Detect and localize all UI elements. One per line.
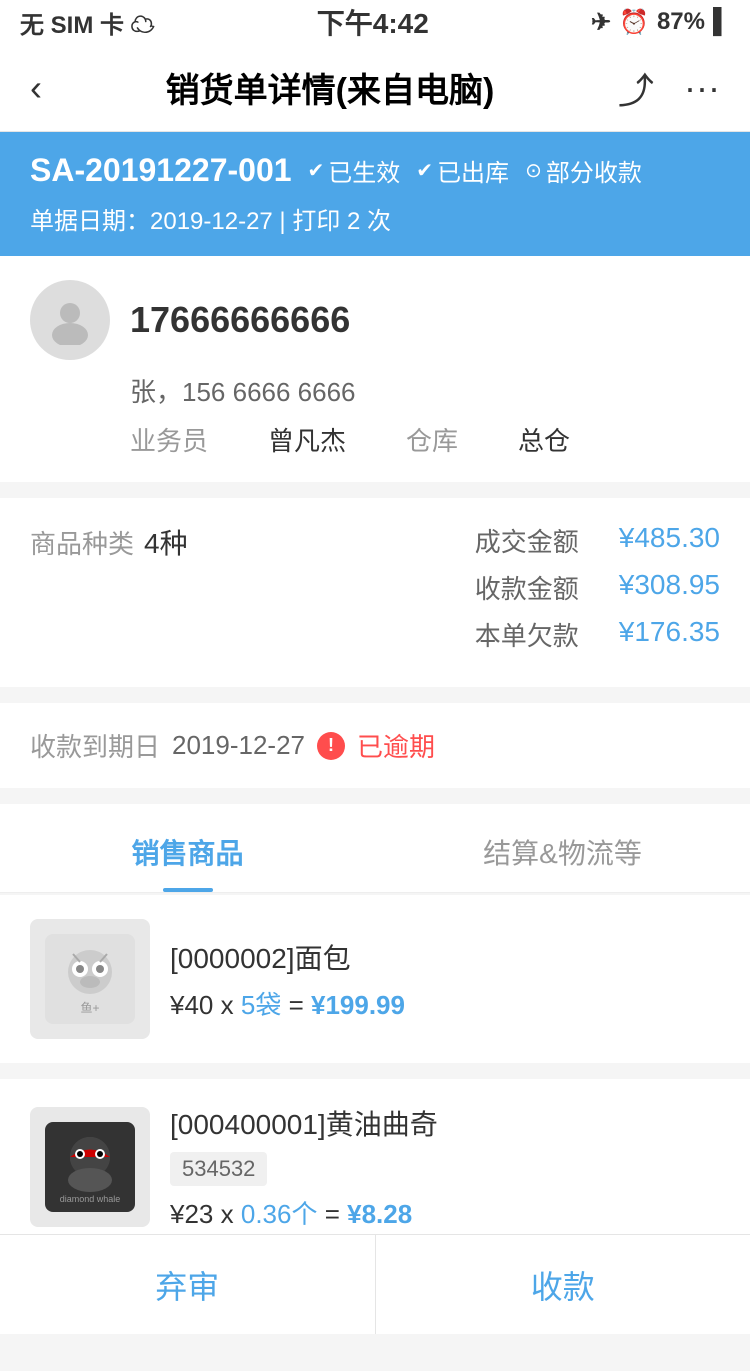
share-button[interactable]: ⤴ bbox=[618, 62, 654, 114]
bottom-bar: 弃审 收款 bbox=[0, 1234, 750, 1334]
warehouse-value: 总仓 bbox=[518, 421, 570, 458]
svg-text:鱼+: 鱼+ bbox=[80, 1001, 99, 1015]
sales-value: 曾凡杰 bbox=[268, 421, 346, 458]
product-sku-2: 534532 bbox=[170, 1152, 267, 1186]
page-title: 销货单详情(来自电脑) bbox=[166, 63, 495, 112]
summary-amounts: 成交金额 ¥485.30 收款金额 ¥308.95 本单欠款 ¥176.35 bbox=[475, 522, 720, 663]
check-icon: ✔ bbox=[308, 158, 325, 183]
svg-text:diamond whale: diamond whale bbox=[60, 1194, 121, 1204]
overdue-icon: ! bbox=[317, 732, 345, 760]
tab-settlement[interactable]: 结算&物流等 bbox=[375, 804, 750, 892]
product-price-2: ¥23 x 0.36个 = ¥8.28 bbox=[170, 1194, 720, 1231]
more-button[interactable]: ··· bbox=[684, 67, 720, 109]
product-qty-1: 5袋 bbox=[241, 990, 281, 1020]
product-name-2: [000400001]黄油曲奇 bbox=[170, 1103, 720, 1143]
product-list: 鱼+ [0000002]面包 ¥40 x 5袋 = ¥199.99 bbox=[0, 895, 750, 1255]
due-label: 收款到期日 bbox=[30, 727, 160, 764]
customer-info: 业务员 曾凡杰 仓库 总仓 bbox=[130, 421, 720, 458]
status-right: ✈ ⏰ 87% ▌ bbox=[591, 8, 730, 37]
status-time: 下午4:42 bbox=[317, 2, 429, 42]
order-meta: 单据日期：2019-12-27 | 打印 2 次 bbox=[30, 201, 720, 236]
product-info-1: [0000002]面包 ¥40 x 5袋 = ¥199.99 bbox=[170, 937, 720, 1022]
amount-value: ¥485.30 bbox=[619, 522, 720, 559]
product-thumb-2: diamond whale bbox=[30, 1107, 150, 1227]
tabs-section: 销售商品 结算&物流等 bbox=[0, 804, 750, 893]
product-type-label: 商品种类 bbox=[30, 524, 134, 561]
received-label: 收款金额 bbox=[475, 569, 579, 606]
customer-name: 17666666666 bbox=[130, 299, 350, 341]
product-qty-2: 0.36个 bbox=[241, 1199, 318, 1229]
received-value: ¥308.95 bbox=[619, 569, 720, 606]
product-item-2[interactable]: diamond whale [000400001]黄油曲奇 534532 ¥23… bbox=[0, 1079, 750, 1255]
battery-icon: ▌ bbox=[713, 8, 730, 36]
customer-sub: 张，156 6666 6666 bbox=[130, 372, 720, 409]
location-icon: ✈ bbox=[591, 8, 611, 37]
order-id: SA-20191227-001 bbox=[30, 152, 292, 189]
warehouse-label: 仓库 bbox=[406, 421, 458, 458]
product-price-1: ¥40 x 5袋 = ¥199.99 bbox=[170, 985, 720, 1022]
overdue-text: 已逾期 bbox=[357, 727, 435, 764]
collect-payment-button[interactable]: 收款 bbox=[376, 1235, 750, 1334]
nav-bar: ‹ 销货单详情(来自电脑) ⤴ ··· bbox=[0, 44, 750, 132]
product-total-2: ¥8.28 bbox=[347, 1199, 412, 1229]
status-left: 无 SIM 卡 ☁ bbox=[20, 5, 155, 40]
owed-label: 本单欠款 bbox=[475, 616, 579, 653]
due-section: 收款到期日 2019-12-27 ! 已逾期 bbox=[0, 703, 750, 788]
back-button[interactable]: ‹ bbox=[30, 67, 42, 109]
product-thumb-1: 鱼+ bbox=[30, 919, 150, 1039]
due-date: 2019-12-27 bbox=[172, 730, 305, 761]
tab-sales[interactable]: 销售商品 bbox=[0, 804, 375, 892]
sales-label: 业务员 bbox=[130, 421, 208, 458]
product-item-1[interactable]: 鱼+ [0000002]面包 ¥40 x 5袋 = ¥199.99 bbox=[0, 895, 750, 1063]
product-info-2: [000400001]黄油曲奇 534532 ¥23 x 0.36个 = ¥8.… bbox=[170, 1103, 720, 1231]
order-header: SA-20191227-001 ✔ 已生效 ✔ 已出库 ⊙ 部分收款 单据日期：… bbox=[0, 132, 750, 256]
owed-value: ¥176.35 bbox=[619, 616, 720, 653]
check-icon-2: ✔ bbox=[416, 158, 433, 183]
product-total-1: ¥199.99 bbox=[311, 990, 405, 1020]
badge-active: ✔ 已生效 bbox=[308, 153, 401, 188]
summary-section: 商品种类 4种 成交金额 ¥485.30 收款金额 ¥308.95 本单欠款 ¥… bbox=[0, 498, 750, 687]
sim-status: 无 SIM 卡 ☁ bbox=[20, 5, 155, 40]
badge-shipped: ✔ 已出库 bbox=[416, 153, 509, 188]
abandon-review-button[interactable]: 弃审 bbox=[0, 1235, 376, 1334]
nav-right-actions: ⤴ ··· bbox=[618, 62, 720, 114]
alarm-icon: ⏰ bbox=[619, 8, 649, 37]
product-type-value: 4种 bbox=[144, 522, 188, 562]
clock-icon: ⊙ bbox=[525, 158, 542, 183]
battery-status: 87% bbox=[657, 8, 705, 36]
amount-label: 成交金额 bbox=[475, 522, 579, 559]
avatar bbox=[30, 280, 110, 360]
badge-partial: ⊙ 部分收款 bbox=[525, 153, 642, 188]
customer-section: 17666666666 张，156 6666 6666 业务员 曾凡杰 仓库 总… bbox=[0, 256, 750, 482]
status-bar: 无 SIM 卡 ☁ 下午4:42 ✈ ⏰ 87% ▌ bbox=[0, 0, 750, 44]
product-name-1: [0000002]面包 bbox=[170, 937, 720, 977]
